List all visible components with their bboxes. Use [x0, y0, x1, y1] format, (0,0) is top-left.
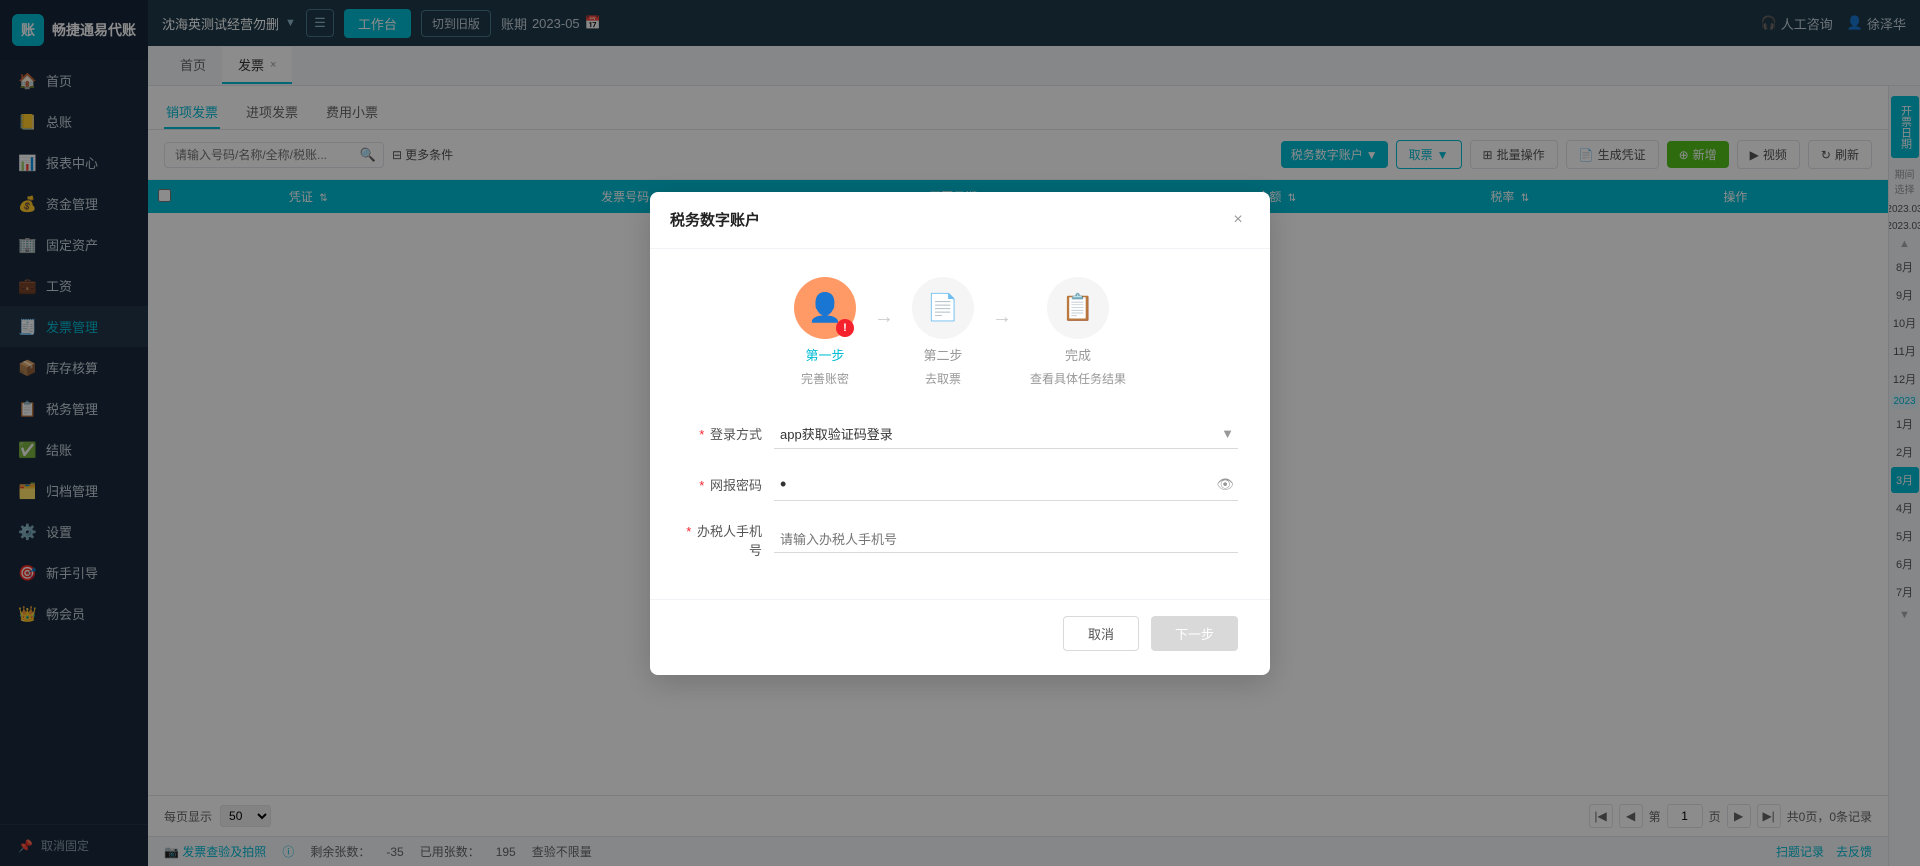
- required-star-1: *: [699, 427, 704, 442]
- password-label: * 网报密码: [682, 475, 762, 494]
- step-2-label: 第二步: [923, 345, 962, 364]
- step-1-badge: !: [836, 319, 854, 337]
- step-3-icon-wrap: 📋: [1047, 277, 1109, 339]
- tax-account-modal: 税务数字账户 × 👤 ! 第一步 完善账密 →: [650, 192, 1270, 675]
- form-row-password: * 网报密码 👁: [682, 469, 1238, 501]
- login-method-select[interactable]: app获取验证码登录 ▼: [774, 419, 1238, 449]
- step-2-icon-wrap: 📄: [912, 277, 974, 339]
- step-arrow-1: →: [856, 306, 912, 329]
- step-2-icon: 📄: [927, 292, 959, 323]
- step-1-sublabel: 完善账密: [801, 370, 849, 387]
- login-method-arrow-icon[interactable]: ▼: [1221, 426, 1238, 441]
- modal-overlay: 税务数字账户 × 👤 ! 第一步 完善账密 →: [0, 0, 1920, 866]
- cancel-button[interactable]: 取消: [1063, 616, 1139, 651]
- step-2-sublabel: 去取票: [925, 370, 961, 387]
- modal-body: 👤 ! 第一步 完善账密 → 📄 第二步 去取票 →: [650, 249, 1270, 599]
- required-star-3: *: [686, 524, 691, 539]
- step-1-label: 第一步: [805, 345, 844, 364]
- modal-close-button[interactable]: ×: [1226, 208, 1250, 232]
- phone-label: * 办税人手机号: [682, 521, 762, 559]
- step-3-sublabel: 查看具体任务结果: [1030, 370, 1126, 387]
- step-1-icon: 👤: [808, 291, 843, 324]
- login-method-value: app获取验证码登录: [774, 419, 1221, 448]
- step-3-icon: 📋: [1062, 292, 1094, 323]
- login-method-label: * 登录方式: [682, 424, 762, 443]
- step-2: 📄 第二步 去取票: [912, 277, 974, 387]
- eye-icon[interactable]: 👁: [1216, 476, 1238, 493]
- step-1: 👤 ! 第一步 完善账密: [794, 277, 856, 387]
- form-row-login-method: * 登录方式 app获取验证码登录 ▼: [682, 419, 1238, 449]
- modal-header: 税务数字账户 ×: [650, 192, 1270, 249]
- password-input[interactable]: [774, 469, 1216, 500]
- required-star-2: *: [699, 478, 704, 493]
- step-3-label: 完成: [1065, 345, 1091, 364]
- form-row-phone: * 办税人手机号: [682, 521, 1238, 559]
- phone-input[interactable]: [774, 527, 1238, 553]
- steps-indicator: 👤 ! 第一步 完善账密 → 📄 第二步 去取票 →: [682, 277, 1238, 387]
- step-3: 📋 完成 查看具体任务结果: [1030, 277, 1126, 387]
- step-arrow-2: →: [974, 306, 1030, 329]
- password-field-wrap: 👁: [774, 469, 1238, 501]
- modal-title: 税务数字账户: [670, 209, 760, 230]
- modal-footer: 取消 下一步: [650, 599, 1270, 675]
- step-1-icon-wrap: 👤 !: [794, 277, 856, 339]
- next-button[interactable]: 下一步: [1151, 616, 1238, 651]
